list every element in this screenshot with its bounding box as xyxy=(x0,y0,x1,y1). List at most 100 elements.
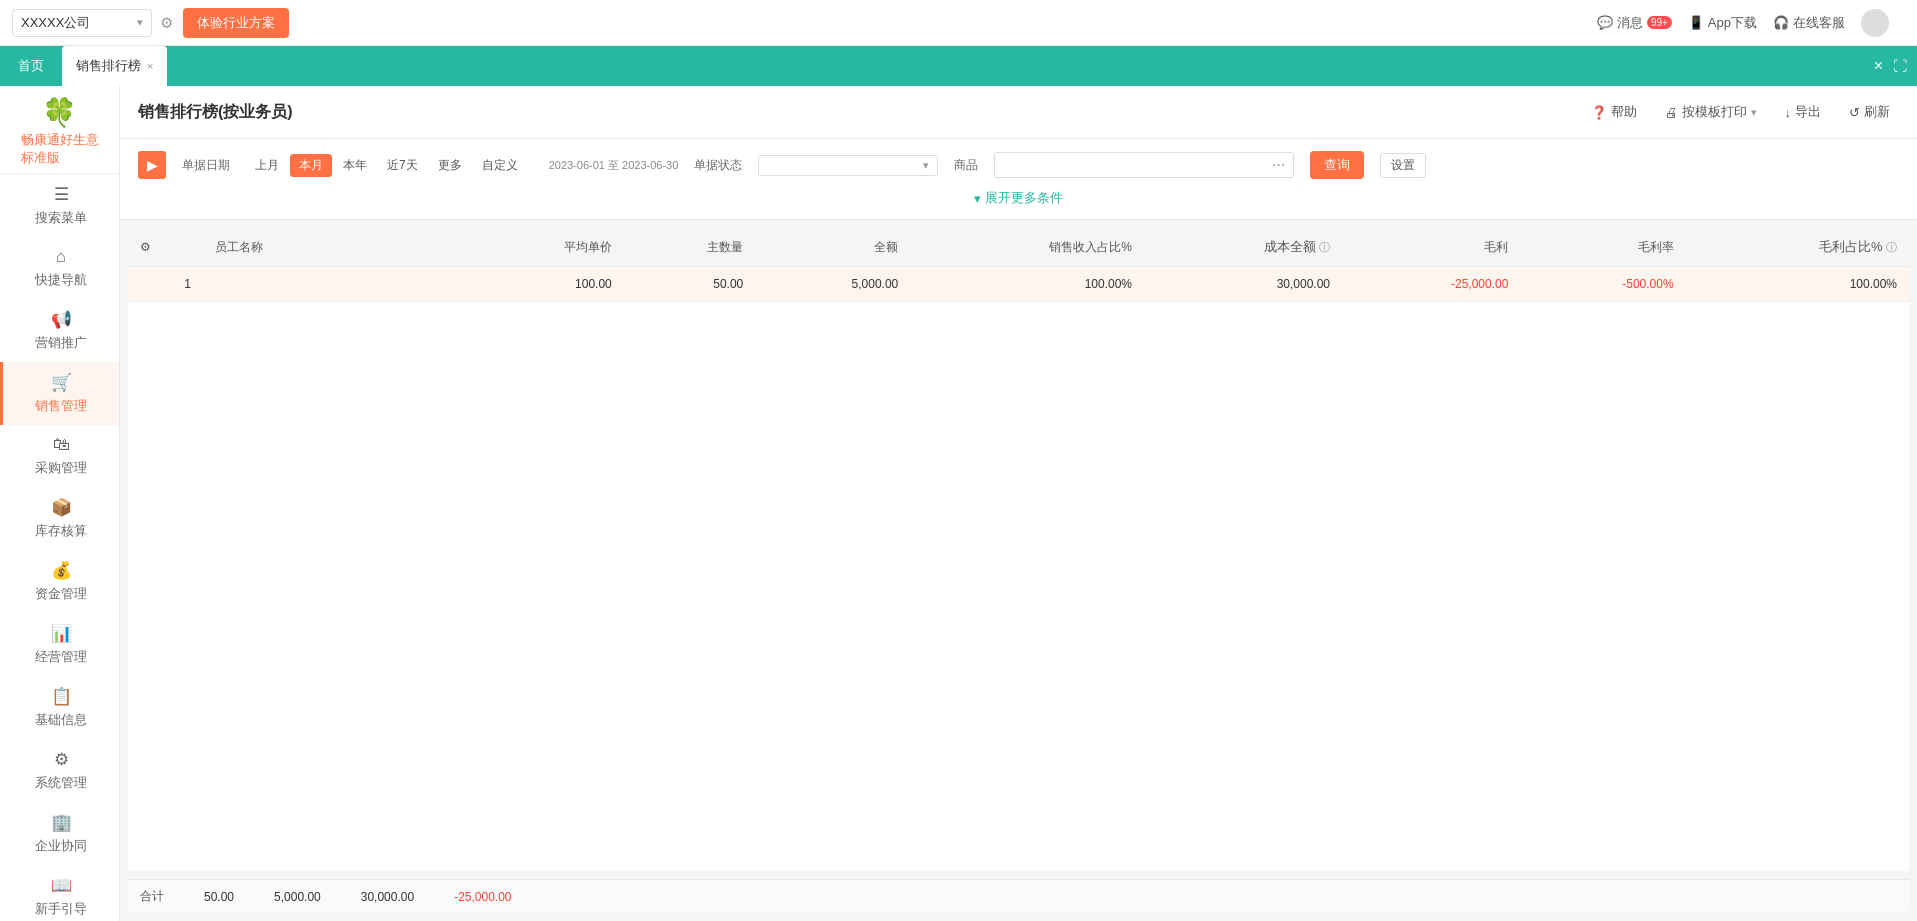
refresh-icon: ↺ xyxy=(1849,105,1860,120)
this-month-btn[interactable]: 本月 xyxy=(290,154,332,177)
tab-nav-expand-btn[interactable]: ⛶ xyxy=(1893,58,1907,74)
sidebar-item-basic-info[interactable]: 📋 基础信息 xyxy=(0,676,119,739)
filter-row-1: ▶ 单据日期 上月 本月 本年 近7天 更多 自定义 2023-06-01 至 … xyxy=(138,151,1899,179)
tab-home-label: 首页 xyxy=(18,57,44,75)
row-profit-pct: 100.00% xyxy=(1686,267,1909,302)
custom-btn[interactable]: 自定义 xyxy=(473,154,527,177)
sidebar-item-guide[interactable]: 📖 新手引导 xyxy=(0,865,119,921)
sidebar-item-guide-label: 新手引导 xyxy=(35,900,87,918)
logo-icon: 🍀 xyxy=(42,96,77,129)
total-cost: 30,000.00 xyxy=(361,890,414,904)
row-avg-price: 100.00 xyxy=(466,267,624,302)
help-btn[interactable]: ❓ 帮助 xyxy=(1582,98,1646,126)
sidebar-item-basic-info-label: 基础信息 xyxy=(35,711,87,729)
sidebar-item-sales-label: 销售管理 xyxy=(35,397,87,415)
refresh-btn[interactable]: ↺ 刷新 xyxy=(1840,98,1899,126)
sidebar-item-finance[interactable]: 💰 资金管理 xyxy=(0,550,119,613)
chevron-right-icon: ▶ xyxy=(147,157,158,173)
this-year-btn[interactable]: 本年 xyxy=(334,154,376,177)
home-icon: ⌂ xyxy=(56,247,66,267)
col-settings-header[interactable]: ⚙ xyxy=(128,228,163,267)
date-label: 单据日期 xyxy=(182,157,230,174)
company-chevron-icon: ▾ xyxy=(137,16,143,29)
message-badge: 99+ xyxy=(1647,16,1672,29)
top-header: XXXXX公司 ▾ ⚙ 体验行业方案 💬 消息 99+ 📱 App下载 🎧 在线… xyxy=(0,0,1917,46)
table-row[interactable]: 1 100.00 50.00 5,000.00 100.00% 30,000.0… xyxy=(128,267,1909,302)
query-btn[interactable]: 查询 xyxy=(1310,151,1364,179)
message-icon: 💬 xyxy=(1597,15,1613,30)
profit-pct-info-icon: ⓘ xyxy=(1886,241,1897,253)
total-label: 合计 xyxy=(140,888,164,905)
sidebar-item-quick-nav[interactable]: ⌂ 快捷导航 xyxy=(0,237,119,299)
export-btn[interactable]: ↓ 导出 xyxy=(1776,98,1831,126)
app-download[interactable]: 📱 App下载 xyxy=(1688,14,1757,32)
settings-icon[interactable]: ⚙ xyxy=(160,14,173,32)
tab-home[interactable]: 首页 xyxy=(0,46,62,86)
col-cost-header: 成本全额 ⓘ xyxy=(1144,228,1342,267)
sidebar-logo: 🍀 畅康通好生意 标准版 xyxy=(0,86,119,174)
sidebar-item-marketing-label: 营销推广 xyxy=(35,334,87,352)
sidebar: 🍀 畅康通好生意 标准版 ☰ 搜索菜单 ⌂ 快捷导航 📢 营销推广 🛒 销售管理… xyxy=(0,86,120,921)
row-name xyxy=(203,267,466,302)
row-settings xyxy=(128,267,163,302)
sidebar-item-search[interactable]: ☰ 搜索菜单 xyxy=(0,174,119,237)
sidebar-item-quick-nav-label: 快捷导航 xyxy=(35,271,87,289)
tab-nav: 首页 销售排行榜 × × ⛶ xyxy=(0,46,1917,86)
export-icon: ↓ xyxy=(1785,105,1792,120)
app-dl-label: App下载 xyxy=(1708,14,1757,32)
settings-area: 设置 xyxy=(1380,153,1426,178)
row-profit-rate: -500.00% xyxy=(1520,267,1685,302)
message-label: 消息 xyxy=(1617,14,1643,32)
last-month-btn[interactable]: 上月 xyxy=(246,154,288,177)
chart-icon: 📊 xyxy=(51,623,72,644)
box-icon: 📦 xyxy=(51,497,72,518)
money-icon: 💰 xyxy=(51,560,72,581)
tab-nav-close-btn[interactable]: × xyxy=(1874,57,1883,75)
sidebar-item-finance-label: 资金管理 xyxy=(35,585,87,603)
status-select[interactable]: ▾ xyxy=(758,155,938,176)
print-icon: 🖨 xyxy=(1665,105,1678,120)
col-qty-header: 主数量 xyxy=(624,228,755,267)
more-btn[interactable]: 更多 xyxy=(429,154,471,177)
avatar[interactable] xyxy=(1861,9,1889,37)
data-table: ⚙ 员工名称 平均单价 主数量 全额 销售收入占比% 成本全额 ⓘ 毛利 毛利率 xyxy=(128,228,1909,302)
sidebar-item-search-label: 搜索菜单 xyxy=(35,209,87,227)
row-rank: 1 xyxy=(163,267,203,302)
sidebar-item-inventory[interactable]: 📦 库存核算 xyxy=(0,487,119,550)
sidebar-item-operations[interactable]: 📊 经营管理 xyxy=(0,613,119,676)
tab-nav-right: × ⛶ xyxy=(1874,57,1917,75)
help-icon: ❓ xyxy=(1591,105,1607,120)
header-right: 💬 消息 99+ 📱 App下载 🎧 在线客服 xyxy=(1597,9,1905,37)
sidebar-item-marketing[interactable]: 📢 营销推广 xyxy=(0,299,119,362)
tab-close-icon[interactable]: × xyxy=(147,60,153,72)
message-area[interactable]: 💬 消息 99+ xyxy=(1597,14,1672,32)
filter-expand-btn[interactable]: ▶ xyxy=(138,151,166,179)
sidebar-item-purchase[interactable]: 🛍 采购管理 xyxy=(0,425,119,487)
sidebar-item-enterprise[interactable]: 🏢 企业协同 xyxy=(0,802,119,865)
expand-more-btn[interactable]: ▾ 展开更多条件 xyxy=(138,185,1899,211)
col-profit-pct-header: 毛利占比% ⓘ xyxy=(1686,228,1909,267)
sidebar-item-operations-label: 经营管理 xyxy=(35,648,87,666)
tab-sales-ranking[interactable]: 销售排行榜 × xyxy=(62,46,167,86)
settings-btn[interactable]: 设置 xyxy=(1380,153,1426,178)
sidebar-item-inventory-label: 库存核算 xyxy=(35,522,87,540)
company-selector[interactable]: XXXXX公司 ▾ xyxy=(12,9,152,37)
print-btn[interactable]: 🖨 按模板打印 ▾ xyxy=(1656,98,1766,126)
page-actions: ❓ 帮助 🖨 按模板打印 ▾ ↓ 导出 ↺ 刷新 xyxy=(1582,98,1900,126)
expand-more-icon: ▾ xyxy=(974,191,981,206)
online-service[interactable]: 🎧 在线客服 xyxy=(1773,14,1845,32)
table-header-row: ⚙ 员工名称 平均单价 主数量 全额 销售收入占比% 成本全额 ⓘ 毛利 毛利率 xyxy=(128,228,1909,267)
total-amount: 5,000.00 xyxy=(274,890,321,904)
date-btns: 上月 本月 本年 近7天 更多 自定义 xyxy=(246,154,527,177)
trial-btn[interactable]: 体验行业方案 xyxy=(183,8,289,38)
sidebar-item-sales[interactable]: 🛒 销售管理 xyxy=(0,362,119,425)
clipboard-icon: 📋 xyxy=(51,686,72,707)
status-label: 单据状态 xyxy=(694,157,742,174)
last7-btn[interactable]: 近7天 xyxy=(378,154,427,177)
sidebar-item-system[interactable]: ⚙ 系统管理 xyxy=(0,739,119,802)
goods-input[interactable]: ··· xyxy=(994,152,1294,178)
total-qty: 50.00 xyxy=(204,890,234,904)
company-name: XXXXX公司 xyxy=(21,14,90,32)
book-icon: 📖 xyxy=(51,875,72,896)
bag-icon: 🛍 xyxy=(53,435,70,455)
